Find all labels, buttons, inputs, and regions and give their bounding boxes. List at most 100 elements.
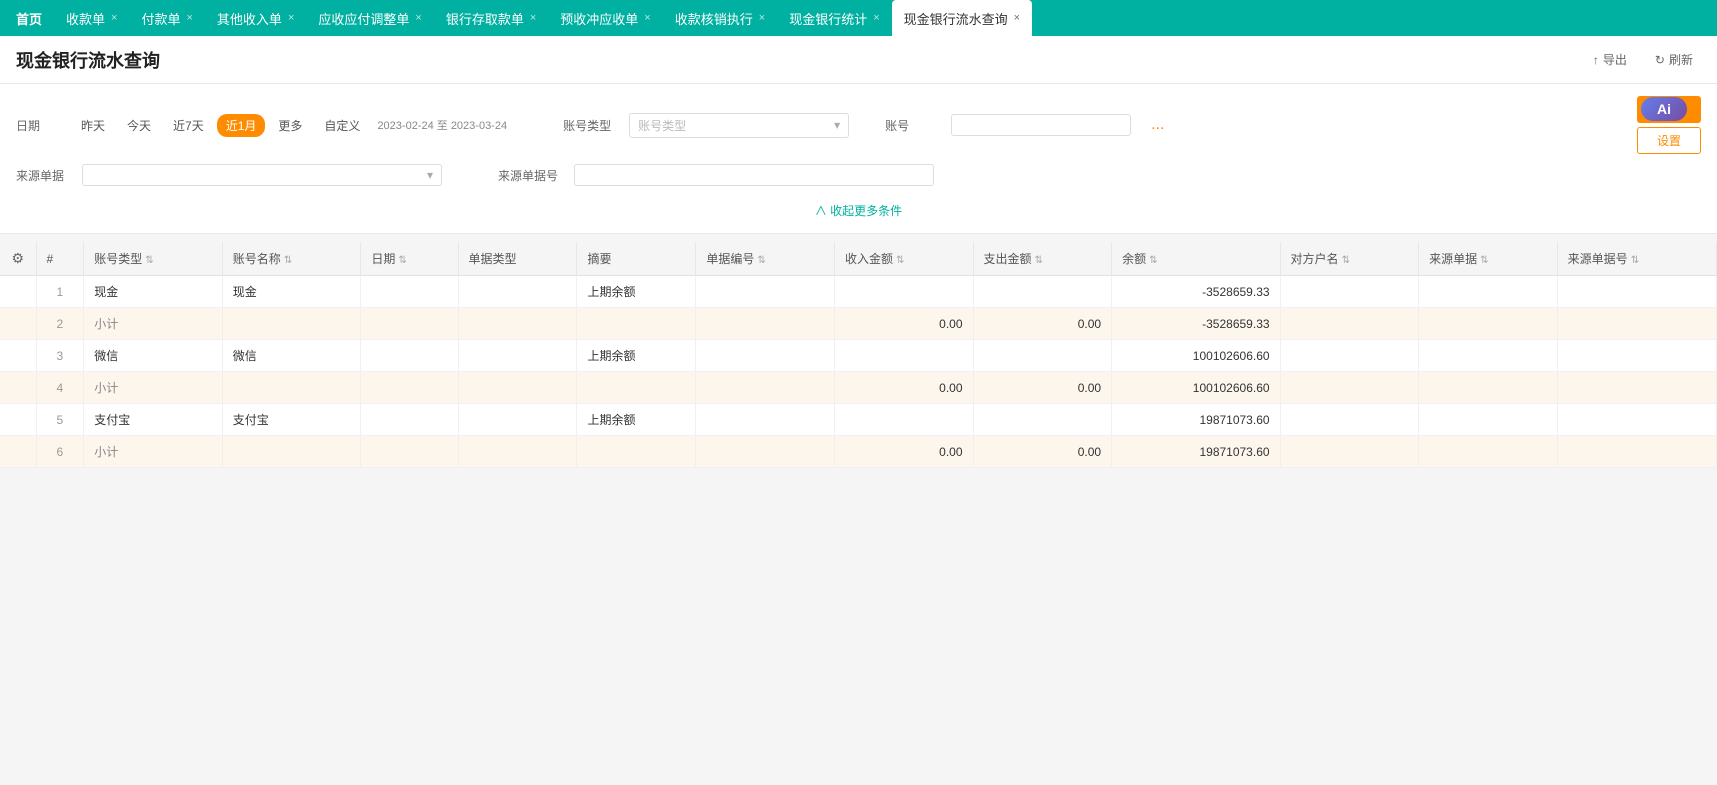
th-date[interactable]: 日期⇅ — [361, 242, 458, 276]
nav-tab-yinhang[interactable]: 银行存取款单× — [434, 0, 548, 36]
source-doc-num-input[interactable] — [574, 164, 934, 186]
cell-summary: 上期余额 — [577, 404, 696, 436]
close-icon[interactable]: × — [530, 12, 536, 24]
account-input[interactable] — [951, 114, 1131, 136]
cell-expense: 0.00 — [973, 308, 1112, 340]
cell-row_num: 2 — [36, 308, 84, 340]
source-doc-select[interactable]: ▾ — [82, 164, 442, 186]
account-type-label: 账号类型 — [563, 117, 613, 134]
filter-row-date: 日期 昨天 今天 近7天 近1月 更多 自定义 2023-02-24 至 202… — [16, 96, 1701, 154]
nav-tab-shoukuanhexiao[interactable]: 收款核销执行× — [663, 0, 777, 36]
cell-source_doc — [1419, 340, 1558, 372]
nav-tab-qitashouru[interactable]: 其他收入单× — [205, 0, 306, 36]
nav-home[interactable]: 首页 — [4, 0, 54, 36]
close-icon[interactable]: × — [186, 12, 192, 24]
sort-icon: ⇅ — [398, 255, 406, 266]
table-row: 6小计0.000.0019871073.60 — [0, 436, 1717, 468]
th-doc-type: 单据类型 — [458, 242, 577, 276]
cell-doc_no — [696, 308, 835, 340]
cell-gear — [0, 372, 36, 404]
page-title: 现金银行流水查询 — [16, 47, 160, 73]
nav-tab-fukuandan[interactable]: 付款单× — [129, 0, 204, 36]
th-source-doc-no[interactable]: 来源单据号⇅ — [1557, 242, 1716, 276]
date-opt-yesterday[interactable]: 昨天 — [72, 114, 114, 137]
th-account-type[interactable]: 账号类型⇅ — [84, 242, 223, 276]
close-icon[interactable]: × — [415, 12, 421, 24]
account-type-select[interactable]: 账号类型 ▾ — [629, 113, 849, 138]
th-account-name[interactable]: 账号名称⇅ — [222, 242, 361, 276]
close-icon[interactable]: × — [873, 12, 879, 24]
cell-account_name: 微信 — [222, 340, 361, 372]
collapse-bar[interactable]: ∧ 收起更多条件 — [16, 196, 1701, 221]
th-source-doc[interactable]: 来源单据⇅ — [1419, 242, 1558, 276]
source-doc-label: 来源单据 — [16, 167, 66, 184]
sort-icon: ⇅ — [145, 255, 153, 266]
ai-badge[interactable]: Ai — [1641, 97, 1687, 121]
settings-button[interactable]: 设置 — [1637, 127, 1701, 154]
nav-tab-yushou[interactable]: 预收冲应收单× — [548, 0, 662, 36]
cell-doc_type — [458, 340, 577, 372]
th-balance[interactable]: 余额⇅ — [1112, 242, 1280, 276]
source-doc-num-label: 来源单据号 — [498, 167, 558, 184]
date-opt-1month[interactable]: 近1月 — [217, 114, 266, 137]
cell-source_doc — [1419, 372, 1558, 404]
cell-account_type: 微信 — [84, 340, 223, 372]
table-row: 2小计0.000.00-3528659.33 — [0, 308, 1717, 340]
cell-row_num: 4 — [36, 372, 84, 404]
cell-date — [361, 340, 458, 372]
th-expense[interactable]: 支出金额⇅ — [973, 242, 1112, 276]
date-options: 昨天 今天 近7天 近1月 更多 自定义 2023-02-24 至 2023-0… — [72, 114, 507, 137]
sort-icon: ⇅ — [1149, 255, 1157, 266]
table-container: ⚙ # 账号类型⇅ 账号名称⇅ 日期⇅ 单据类型 摘要 单据编号⇅ 收入金额⇅ … — [0, 242, 1717, 468]
cell-summary — [577, 436, 696, 468]
cell-account_type: 小计 — [84, 436, 223, 468]
th-gear[interactable]: ⚙ — [0, 242, 36, 276]
nav-tab-yingshouyingfu[interactable]: 应收应付调整单× — [306, 0, 433, 36]
nav-tab-xianjintongji[interactable]: 现金银行统计× — [777, 0, 891, 36]
cell-source_doc_no — [1557, 340, 1716, 372]
cell-source_doc — [1419, 276, 1558, 308]
sort-icon: ⇅ — [1342, 255, 1350, 266]
nav-tab-shoukuandan[interactable]: 收款单× — [54, 0, 129, 36]
cell-source_doc — [1419, 436, 1558, 468]
date-opt-custom[interactable]: 自定义 — [315, 114, 369, 137]
date-opt-more[interactable]: 更多 — [269, 114, 311, 137]
cell-doc_type — [458, 308, 577, 340]
nav-tab-liushui[interactable]: 现金银行流水查询× — [892, 0, 1032, 36]
th-income[interactable]: 收入金额⇅ — [834, 242, 973, 276]
cell-doc_type — [458, 372, 577, 404]
th-doc-no[interactable]: 单据编号⇅ — [696, 242, 835, 276]
cell-row_num: 5 — [36, 404, 84, 436]
export-button[interactable]: ↑ 导出 — [1585, 47, 1635, 72]
cell-doc_no — [696, 436, 835, 468]
cell-doc_type — [458, 276, 577, 308]
date-label: 日期 — [16, 117, 56, 134]
date-opt-today[interactable]: 今天 — [118, 114, 160, 137]
close-icon[interactable]: × — [1014, 12, 1020, 24]
close-icon[interactable]: × — [759, 12, 765, 24]
table-header: ⚙ # 账号类型⇅ 账号名称⇅ 日期⇅ 单据类型 摘要 单据编号⇅ 收入金额⇅ … — [0, 242, 1717, 276]
filter-row-source: 来源单据 ▾ 来源单据号 — [16, 164, 1701, 186]
close-icon[interactable]: × — [644, 12, 650, 24]
table-row: 3微信微信上期余额100102606.60 — [0, 340, 1717, 372]
gear-icon[interactable]: ⚙ — [11, 250, 24, 266]
ellipsis-button[interactable]: ... — [1147, 116, 1168, 134]
date-opt-7days[interactable]: 近7天 — [164, 114, 213, 137]
close-icon[interactable]: × — [288, 12, 294, 24]
cell-balance: -3528659.33 — [1112, 308, 1280, 340]
th-counterparty[interactable]: 对方户名⇅ — [1280, 242, 1419, 276]
cell-counterparty — [1280, 276, 1419, 308]
cell-account_type: 小计 — [84, 308, 223, 340]
refresh-button[interactable]: ↻ 刷新 — [1647, 47, 1701, 72]
th-summary: 摘要 — [577, 242, 696, 276]
cell-doc_no — [696, 340, 835, 372]
nav-bar: 首页 收款单× 付款单× 其他收入单× 应收应付调整单× 银行存取款单× 预收冲… — [0, 0, 1717, 36]
cell-account_name: 支付宝 — [222, 404, 361, 436]
cell-row_num: 6 — [36, 436, 84, 468]
cell-doc_no — [696, 276, 835, 308]
close-icon[interactable]: × — [111, 12, 117, 24]
sort-icon: ⇅ — [896, 255, 904, 266]
cell-counterparty — [1280, 404, 1419, 436]
cell-expense — [973, 404, 1112, 436]
cell-income: 0.00 — [834, 308, 973, 340]
